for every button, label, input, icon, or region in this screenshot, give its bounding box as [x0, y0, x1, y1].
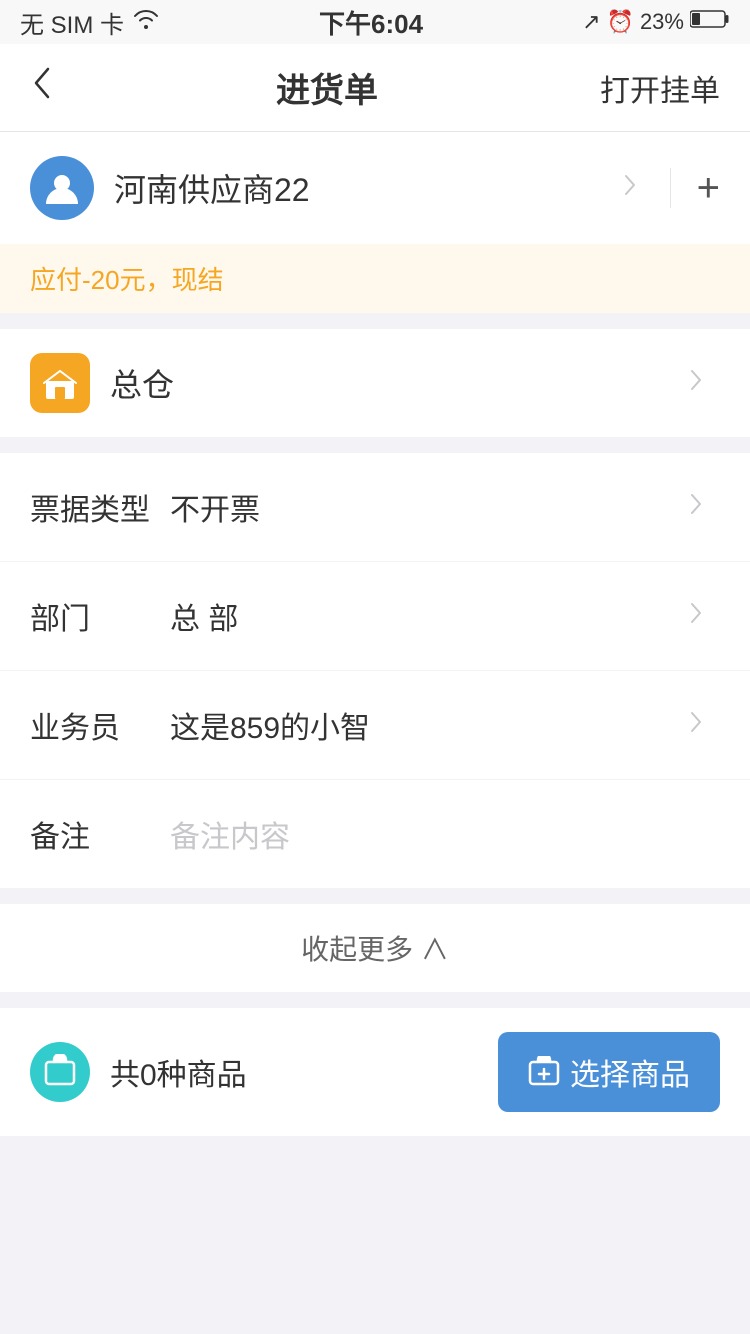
product-bar: 共0种商品 选择商品 [0, 1008, 750, 1136]
notice-text: 应付-20元，现结 [30, 265, 224, 295]
salesperson-label: 业务员 [30, 703, 150, 747]
invoice-value: 不开票 [150, 485, 688, 529]
department-value: 总 部 [150, 594, 688, 638]
department-label: 部门 [30, 594, 150, 638]
carrier-text: 无 SIM 卡 [20, 5, 124, 40]
collapse-bar[interactable]: 收起更多 ∧ [0, 904, 750, 992]
remark-row[interactable]: 备注 备注内容 [0, 780, 750, 888]
warehouse-arrow-icon [688, 367, 704, 400]
select-product-button[interactable]: 选择商品 [498, 1032, 720, 1112]
supplier-section: 河南供应商22 + [0, 132, 750, 244]
salesperson-row[interactable]: 业务员 这是859的小智 [0, 671, 750, 780]
warehouse-row[interactable]: 总仓 [0, 329, 750, 437]
add-supplier-button[interactable]: + [697, 166, 720, 211]
alarm-icon: ⏰ [607, 9, 634, 35]
main-content: 河南供应商22 + 应付-20元，现结 总仓 [0, 132, 750, 1136]
remark-input[interactable]: 备注内容 [150, 812, 720, 856]
invoice-label: 票据类型 [30, 485, 150, 529]
status-bar: 无 SIM 卡 下午6:04 ↗ ⏰ 23% [0, 0, 750, 44]
battery-icon [690, 9, 730, 35]
supplier-row[interactable]: 河南供应商22 + [0, 132, 750, 244]
warehouse-name: 总仓 [110, 360, 688, 406]
invoice-type-row[interactable]: 票据类型 不开票 [0, 453, 750, 562]
collapse-label: 收起更多 ∧ [301, 928, 449, 968]
page-title: 进货单 [276, 63, 378, 112]
open-pending-button[interactable]: 打开挂单 [600, 66, 720, 110]
select-product-label: 选择商品 [570, 1050, 690, 1094]
nav-bar: 进货单 打开挂单 [0, 44, 750, 132]
status-right: ↗ ⏰ 23% [582, 9, 730, 35]
battery-text: 23% [640, 9, 684, 35]
product-icon [30, 1042, 90, 1102]
supplier-arrow-icon [622, 172, 638, 205]
form-section: 票据类型 不开票 部门 总 部 业务员 这是859的小智 [0, 453, 750, 888]
notice-bar: 应付-20元，现结 [0, 244, 750, 313]
product-count: 共0种商品 [110, 1050, 498, 1094]
remark-label: 备注 [30, 812, 150, 856]
department-arrow-icon [688, 600, 704, 633]
salesperson-arrow-icon [688, 709, 704, 742]
supplier-name: 河南供应商22 [114, 165, 622, 211]
salesperson-value: 这是859的小智 [150, 703, 688, 747]
supplier-avatar [30, 156, 94, 220]
wifi-icon [132, 8, 160, 36]
invoice-arrow-icon [688, 491, 704, 524]
warehouse-icon [30, 353, 90, 413]
supplier-divider [670, 168, 671, 208]
status-left: 无 SIM 卡 [20, 5, 160, 40]
location-icon: ↗ [582, 9, 600, 35]
back-button[interactable] [30, 63, 54, 112]
department-row[interactable]: 部门 总 部 [0, 562, 750, 671]
status-time: 下午6:04 [319, 4, 423, 41]
